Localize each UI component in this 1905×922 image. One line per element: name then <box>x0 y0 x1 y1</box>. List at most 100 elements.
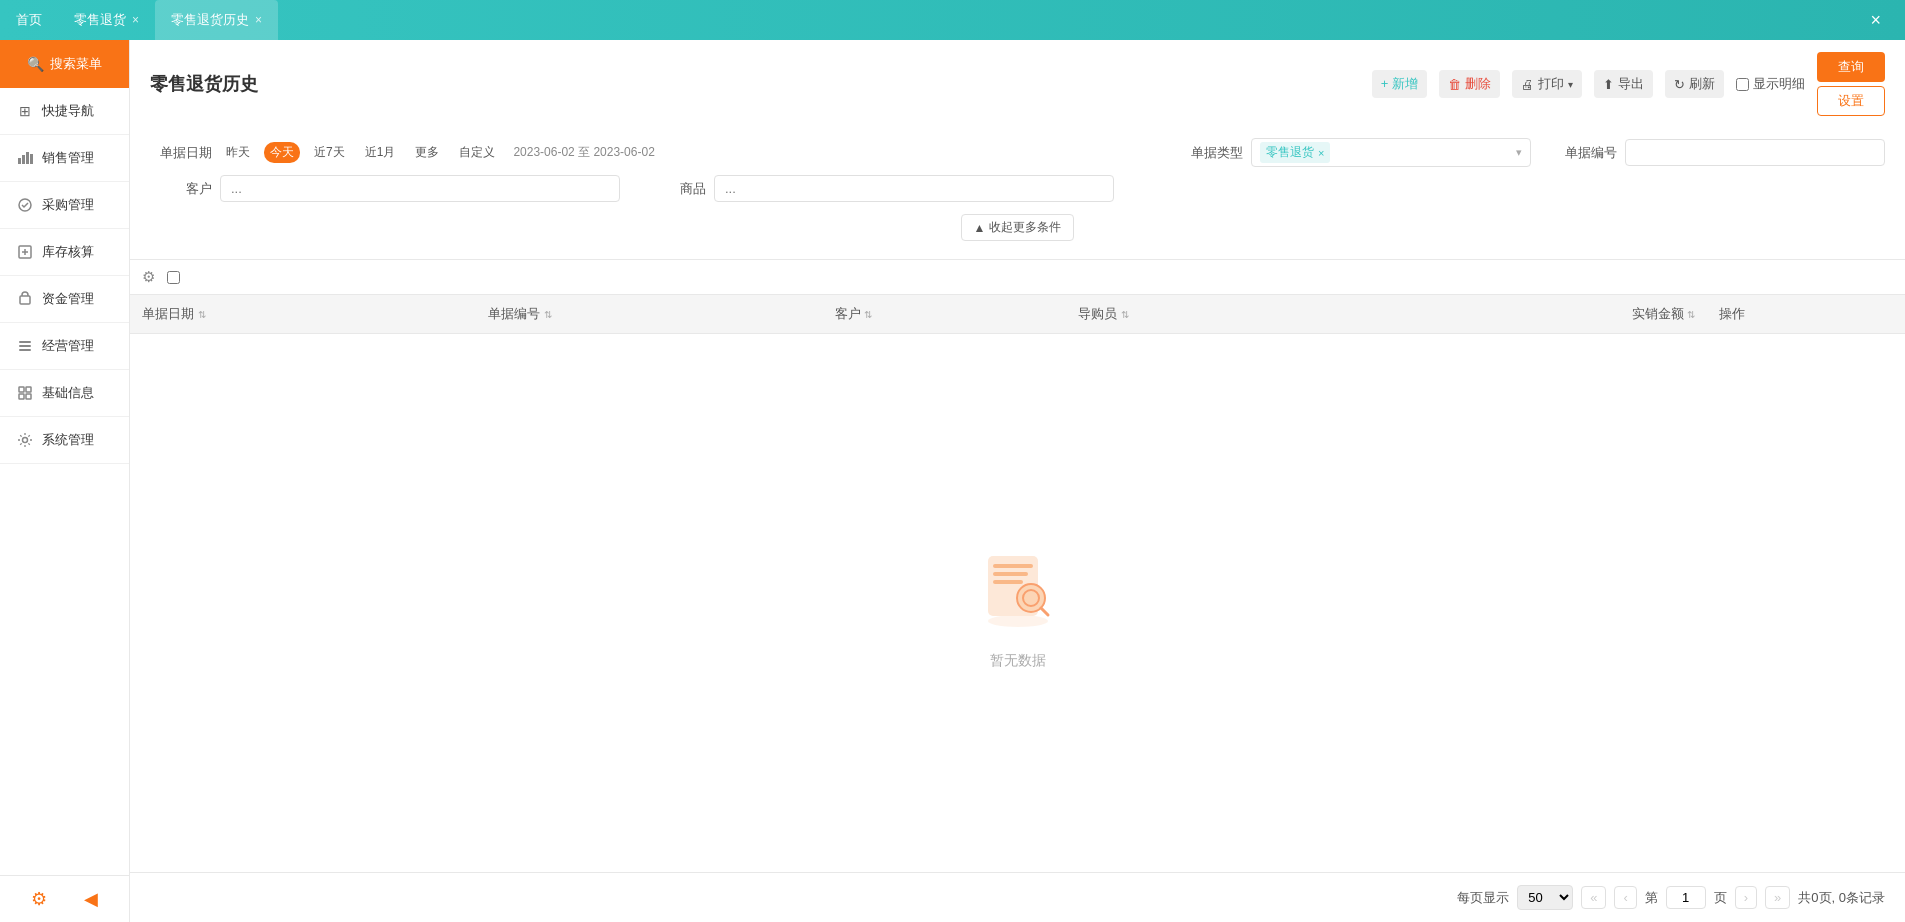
empty-state: 暂无数据 <box>130 334 1905 872</box>
sidebar: 🔍 搜索菜单 ⊞ 快捷导航 销售管理 采购管理 库存核算 <box>0 40 130 922</box>
tab-retail-return-label: 零售退货 <box>74 11 126 29</box>
new-button[interactable]: + 新增 <box>1372 70 1427 98</box>
collapse-btn-wrap: ▲ 收起更多条件 <box>150 210 1885 249</box>
table-settings-icon[interactable]: ⚙ <box>142 268 155 286</box>
settings-bottom-icon[interactable]: ⚙ <box>31 888 47 910</box>
sidebar-item-inventory-label: 库存核算 <box>42 243 94 261</box>
voucher-type-remove[interactable]: × <box>1318 147 1324 159</box>
date-filter-label: 单据日期 <box>150 144 220 162</box>
show-detail-checkbox[interactable] <box>1736 78 1749 91</box>
search-icon: 🔍 <box>27 56 44 72</box>
voucher-type-input[interactable]: 零售退货 × ▾ <box>1251 138 1531 167</box>
sidebar-item-operations[interactable]: 经营管理 <box>0 323 129 370</box>
refresh-button[interactable]: ↻ 刷新 <box>1665 70 1724 98</box>
show-detail-toggle[interactable]: 显示明细 <box>1736 75 1805 93</box>
sidebar-item-inventory[interactable]: 库存核算 <box>0 229 129 276</box>
tab-retail-return[interactable]: 零售退货 × <box>58 0 155 40</box>
sidebar-item-quick-nav[interactable]: ⊞ 快捷导航 <box>0 88 129 135</box>
date-btn-yesterday[interactable]: 昨天 <box>220 142 256 163</box>
date-btn-today[interactable]: 今天 <box>264 142 300 163</box>
empty-state-icon <box>968 536 1068 636</box>
sidebar-search-label: 搜索菜单 <box>50 55 102 73</box>
delete-label: 删除 <box>1465 75 1491 93</box>
export-button[interactable]: ⬆ 导出 <box>1594 70 1653 98</box>
refresh-label: 刷新 <box>1689 75 1715 93</box>
customer-input[interactable] <box>220 175 620 202</box>
collapse-sidebar-icon[interactable]: ◀ <box>84 888 98 910</box>
date-btn-7days[interactable]: 近7天 <box>308 142 351 163</box>
tab-home[interactable]: 首页 <box>0 0 58 40</box>
date-btn-more[interactable]: 更多 <box>409 142 445 163</box>
quick-nav-icon: ⊞ <box>16 102 34 120</box>
finance-icon <box>16 290 34 308</box>
col-guide[interactable]: 导购员 <box>1066 295 1361 334</box>
purchase-mgmt-icon <box>16 196 34 214</box>
goods-input[interactable] <box>714 175 1114 202</box>
refresh-icon: ↻ <box>1674 77 1685 92</box>
filter-row-1: 单据日期 昨天 今天 近7天 近1月 更多 自定义 2023-06-02 至 2… <box>150 138 1885 167</box>
print-icon: 🖨 <box>1521 77 1534 92</box>
customer-filter-label: 客户 <box>150 180 220 198</box>
svg-rect-17 <box>993 564 1033 568</box>
svg-rect-12 <box>19 394 24 399</box>
sidebar-item-finance-label: 资金管理 <box>42 290 94 308</box>
collapse-button[interactable]: ▲ 收起更多条件 <box>961 214 1075 241</box>
sidebar-item-purchase-label: 采购管理 <box>42 196 94 214</box>
tab-retail-return-history-close[interactable]: × <box>255 13 262 27</box>
query-settings-group: 查询 设置 <box>1817 52 1885 116</box>
prev-page-button[interactable]: ‹ <box>1614 886 1636 909</box>
total-records-text: 共0页, 0条记录 <box>1798 889 1885 907</box>
sidebar-item-sales-mgmt[interactable]: 销售管理 <box>0 135 129 182</box>
svg-rect-11 <box>26 387 31 392</box>
voucher-type-tag: 零售退货 × <box>1260 142 1330 163</box>
system-mgmt-icon <box>16 431 34 449</box>
page-number-input[interactable] <box>1666 886 1706 909</box>
first-page-button[interactable]: « <box>1581 886 1606 909</box>
page-size-label: 每页显示 <box>1457 889 1509 907</box>
tab-retail-return-close[interactable]: × <box>132 13 139 27</box>
col-amount[interactable]: 实销金额 <box>1361 295 1707 334</box>
delete-button[interactable]: 🗑 删除 <box>1439 70 1500 98</box>
col-date[interactable]: 单据日期 <box>130 295 476 334</box>
svg-rect-1 <box>22 155 25 164</box>
query-button[interactable]: 查询 <box>1817 52 1885 82</box>
last-page-button[interactable]: » <box>1765 886 1790 909</box>
sidebar-item-purchase-mgmt[interactable]: 采购管理 <box>0 182 129 229</box>
print-button[interactable]: 🖨 打印 ▾ <box>1512 70 1582 98</box>
voucher-type-label: 单据类型 <box>1181 144 1251 162</box>
sidebar-item-basic-info-label: 基础信息 <box>42 384 94 402</box>
sidebar-search[interactable]: 🔍 搜索菜单 <box>0 40 129 88</box>
tab-retail-return-history-label: 零售退货历史 <box>171 11 249 29</box>
sidebar-bottom: ⚙ ◀ <box>0 875 129 922</box>
collapse-icon: ▲ <box>974 221 986 235</box>
tab-retail-return-history[interactable]: 零售退货历史 × <box>155 0 278 40</box>
svg-rect-13 <box>26 394 31 399</box>
next-page-button[interactable]: › <box>1735 886 1757 909</box>
sidebar-item-operations-label: 经营管理 <box>42 337 94 355</box>
col-customer[interactable]: 客户 <box>823 295 1067 334</box>
select-all-checkbox[interactable] <box>167 271 180 284</box>
settings-button[interactable]: 设置 <box>1817 86 1885 116</box>
svg-line-22 <box>1041 608 1048 615</box>
sales-mgmt-icon <box>16 149 34 167</box>
table-toolbar: ⚙ <box>130 260 1905 295</box>
sidebar-item-system-mgmt[interactable]: 系统管理 <box>0 417 129 464</box>
sidebar-item-basic-info[interactable]: 基础信息 <box>0 370 129 417</box>
sidebar-item-sales-label: 销售管理 <box>42 149 94 167</box>
print-dropdown-icon: ▾ <box>1568 79 1573 90</box>
date-btn-1month[interactable]: 近1月 <box>359 142 402 163</box>
voucher-number-input[interactable] <box>1625 139 1885 166</box>
col-number[interactable]: 单据编号 <box>476 295 822 334</box>
sidebar-item-finance[interactable]: 资金管理 <box>0 276 129 323</box>
export-icon: ⬆ <box>1603 77 1614 92</box>
page-size-select[interactable]: 50 10 20 100 <box>1517 885 1573 910</box>
window-close-button[interactable]: × <box>1862 6 1889 35</box>
delete-icon: 🗑 <box>1448 77 1461 92</box>
show-detail-label: 显示明细 <box>1753 75 1805 93</box>
goods-filter-label: 商品 <box>644 180 714 198</box>
voucher-type-value: 零售退货 <box>1266 144 1314 161</box>
svg-point-15 <box>988 615 1048 627</box>
page-title-bar: 零售退货历史 + 新增 🗑 删除 🖨 打印 ▾ ⬆ 导出 <box>150 52 1885 116</box>
date-btn-custom[interactable]: 自定义 <box>453 142 501 163</box>
voucher-type-dropdown-arrow[interactable]: ▾ <box>1516 146 1522 159</box>
